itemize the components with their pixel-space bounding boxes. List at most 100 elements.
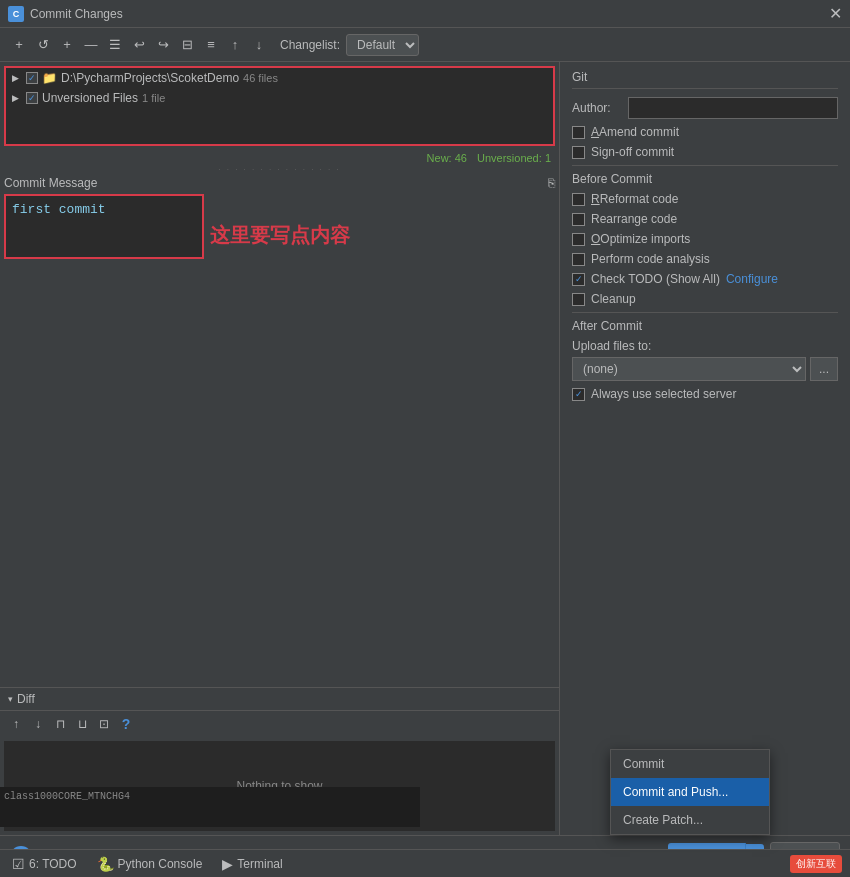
cleanup-row: Cleanup bbox=[572, 292, 838, 306]
todo-icon: ☑ bbox=[12, 856, 25, 872]
author-label: Author: bbox=[572, 101, 622, 115]
folder-icon: 📁 bbox=[42, 71, 57, 85]
copy-icon[interactable]: ⎘ bbox=[548, 176, 555, 190]
toolbar-up-btn[interactable]: ↑ bbox=[224, 34, 246, 56]
sign-off-label: Sign-off commit bbox=[591, 145, 674, 159]
dropdown-commit-push[interactable]: Commit and Push... bbox=[611, 778, 769, 806]
sign-off-row: Sign-off commit bbox=[572, 145, 838, 159]
terminal-icon: ▶ bbox=[222, 856, 233, 872]
project-tree-item[interactable]: ▶ 📁 D:\PycharmProjects\ScoketDemo 46 fil… bbox=[6, 68, 553, 88]
taskbar-todo[interactable]: ☑ 6: TODO bbox=[8, 854, 81, 874]
reformat-checkbox[interactable] bbox=[572, 193, 585, 206]
git-section: Git Author: AAmend commit bbox=[560, 62, 850, 415]
taskbar-python-console[interactable]: 🐍 Python Console bbox=[93, 854, 207, 874]
always-selected-label: Always use selected server bbox=[591, 387, 736, 401]
check-todo-checkbox[interactable] bbox=[572, 273, 585, 286]
project-path: D:\PycharmProjects\ScoketDemo bbox=[61, 71, 239, 85]
toolbar-add-btn[interactable]: + bbox=[8, 34, 30, 56]
after-commit-title: After Commit bbox=[572, 319, 838, 333]
new-status: New: 46 bbox=[427, 152, 467, 164]
left-panel: ▶ 📁 D:\PycharmProjects\ScoketDemo 46 fil… bbox=[0, 62, 560, 835]
dropdown-create-patch[interactable]: Create Patch... bbox=[611, 806, 769, 834]
rearrange-checkbox[interactable] bbox=[572, 213, 585, 226]
python-icon: 🐍 bbox=[97, 856, 114, 872]
diff-copy-btn[interactable]: ⊔ bbox=[72, 714, 92, 734]
check-todo-row: Check TODO (Show All) Configure bbox=[572, 272, 838, 286]
commit-message-input[interactable]: first commit bbox=[4, 194, 204, 259]
todo-label: 6: TODO bbox=[29, 857, 77, 871]
git-section-title: Git bbox=[572, 70, 838, 89]
diff-collapse-icon: ▾ bbox=[8, 694, 13, 704]
upload-row: (none) ... bbox=[572, 357, 838, 381]
author-input[interactable] bbox=[628, 97, 838, 119]
toolbar-redo-btn[interactable]: ↪ bbox=[152, 34, 174, 56]
dropdown-commit[interactable]: Commit bbox=[611, 750, 769, 778]
cleanup-checkbox[interactable] bbox=[572, 293, 585, 306]
diff-open-btn[interactable]: ⊓ bbox=[50, 714, 70, 734]
toolbar-down-btn[interactable]: ↓ bbox=[248, 34, 270, 56]
amend-commit-checkbox[interactable] bbox=[572, 126, 585, 139]
configure-link[interactable]: Configure bbox=[726, 272, 778, 286]
after-commit-divider bbox=[572, 312, 838, 313]
diff-up-btn[interactable]: ↑ bbox=[6, 714, 26, 734]
python-label: Python Console bbox=[118, 857, 203, 871]
bg-code: class1000CORE_MTNCHG4 bbox=[0, 787, 420, 827]
toolbar-plus-btn[interactable]: + bbox=[56, 34, 78, 56]
dialog-title: Commit Changes bbox=[30, 7, 123, 21]
optimize-label: OOptimize imports bbox=[591, 232, 690, 246]
commit-message-label: Commit Message bbox=[4, 176, 97, 190]
diff-help-btn[interactable]: ? bbox=[116, 714, 136, 734]
amend-commit-label: AAmend commit bbox=[591, 125, 679, 139]
unversioned-label: Unversioned Files bbox=[42, 91, 138, 105]
reformat-row: RReformat code bbox=[572, 192, 838, 206]
before-commit-title: Before Commit bbox=[572, 172, 838, 186]
author-row: Author: bbox=[572, 97, 838, 119]
commit-message-section: Commit Message ⎘ first commit 这里要写点内容 bbox=[0, 172, 559, 687]
changelist-select[interactable]: Default bbox=[346, 34, 419, 56]
optimize-checkbox[interactable] bbox=[572, 233, 585, 246]
perform-analysis-label: Perform code analysis bbox=[591, 252, 710, 266]
diff-header[interactable]: ▾ Diff bbox=[0, 688, 559, 710]
toolbar-minus-btn[interactable]: — bbox=[80, 34, 102, 56]
commit-hint-text: 这里要写点内容 bbox=[210, 222, 350, 249]
changelist-label: Changelist: bbox=[280, 38, 340, 52]
perform-analysis-row: Perform code analysis bbox=[572, 252, 838, 266]
diff-down-btn[interactable]: ↓ bbox=[28, 714, 48, 734]
browse-btn[interactable]: ... bbox=[810, 357, 838, 381]
files-section: ▶ 📁 D:\PycharmProjects\ScoketDemo 46 fil… bbox=[4, 66, 555, 146]
diff-toolbar: ↑ ↓ ⊓ ⊔ ⊡ ? bbox=[0, 710, 559, 737]
cleanup-label: Cleanup bbox=[591, 292, 636, 306]
optimize-row: OOptimize imports bbox=[572, 232, 838, 246]
amend-commit-row: AAmend commit bbox=[572, 125, 838, 139]
diff-expand-btn[interactable]: ⊡ bbox=[94, 714, 114, 734]
title-bar-left: C Commit Changes bbox=[8, 6, 123, 22]
perform-analysis-checkbox[interactable] bbox=[572, 253, 585, 266]
unversioned-tree-item[interactable]: ▶ Unversioned Files 1 file bbox=[6, 88, 553, 108]
sign-off-checkbox[interactable] bbox=[572, 146, 585, 159]
upload-select[interactable]: (none) bbox=[572, 357, 806, 381]
upload-label: Upload files to: bbox=[572, 339, 838, 353]
dialog-body: + ↺ + — ☰ ↩ ↪ ⊟ ≡ ↑ ↓ Changelist: Defaul… bbox=[0, 28, 850, 877]
reformat-label: RReformat code bbox=[591, 192, 678, 206]
before-commit-divider bbox=[572, 165, 838, 166]
toolbar: + ↺ + — ☰ ↩ ↪ ⊟ ≡ ↑ ↓ Changelist: Defaul… bbox=[0, 28, 850, 62]
main-content: ▶ 📁 D:\PycharmProjects\ScoketDemo 46 fil… bbox=[0, 62, 850, 835]
toolbar-list-btn[interactable]: ☰ bbox=[104, 34, 126, 56]
close-button[interactable]: ✕ bbox=[829, 6, 842, 22]
toolbar-diff-btn[interactable]: ⊟ bbox=[176, 34, 198, 56]
unversioned-expand-icon: ▶ bbox=[12, 93, 22, 103]
toolbar-undo-btn[interactable]: ↩ bbox=[128, 34, 150, 56]
terminal-label: Terminal bbox=[237, 857, 282, 871]
rearrange-row: Rearrange code bbox=[572, 212, 838, 226]
unversioned-status: Unversioned: 1 bbox=[477, 152, 551, 164]
project-checkbox[interactable] bbox=[26, 72, 38, 84]
toolbar-refresh-btn[interactable]: ↺ bbox=[32, 34, 54, 56]
unversioned-checkbox[interactable] bbox=[26, 92, 38, 104]
always-selected-row: Always use selected server bbox=[572, 387, 838, 401]
diff-title: Diff bbox=[17, 692, 35, 706]
toolbar-menu-btn[interactable]: ≡ bbox=[200, 34, 222, 56]
taskbar-terminal[interactable]: ▶ Terminal bbox=[218, 854, 286, 874]
ide-taskbar: ☑ 6: TODO 🐍 Python Console ▶ Terminal 创新… bbox=[0, 849, 850, 877]
always-selected-checkbox[interactable] bbox=[572, 388, 585, 401]
brand-logo: 创新互联 bbox=[790, 855, 842, 873]
